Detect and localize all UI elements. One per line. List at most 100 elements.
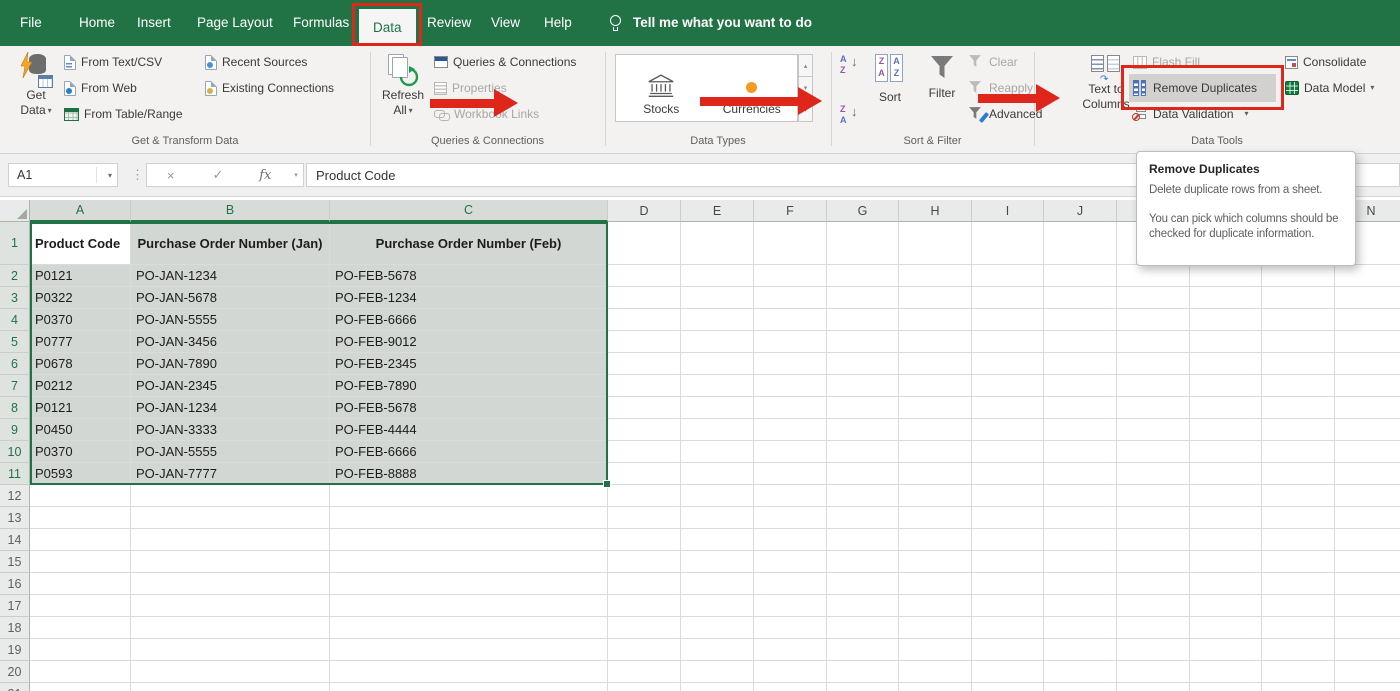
cell-G6[interactable] [827, 353, 899, 375]
cell-C15[interactable] [330, 551, 608, 573]
cell-F13[interactable] [754, 507, 827, 529]
cell-D1[interactable] [608, 222, 681, 265]
cell-C10[interactable]: PO-FEB-6666 [330, 441, 608, 463]
cell-M20[interactable] [1262, 661, 1335, 683]
cell-F3[interactable] [754, 287, 827, 309]
cell-E21[interactable] [681, 683, 754, 691]
cell-H2[interactable] [899, 265, 972, 287]
cell-E3[interactable] [681, 287, 754, 309]
tab-help[interactable]: Help [544, 0, 572, 46]
cell-N3[interactable] [1335, 287, 1400, 309]
cell-A2[interactable]: P0121 [30, 265, 131, 287]
cell-H12[interactable] [899, 485, 972, 507]
cell-I5[interactable] [972, 331, 1044, 353]
existing-connections-button[interactable]: Existing Connections [205, 77, 334, 99]
column-header-I[interactable]: I [972, 200, 1044, 222]
cell-J3[interactable] [1044, 287, 1117, 309]
cell-F14[interactable] [754, 529, 827, 551]
cell-B5[interactable]: PO-JAN-3456 [131, 331, 330, 353]
cell-F12[interactable] [754, 485, 827, 507]
row-header-16[interactable]: 16 [0, 573, 30, 595]
cell-L13[interactable] [1190, 507, 1262, 529]
cell-F21[interactable] [754, 683, 827, 691]
cell-J8[interactable] [1044, 397, 1117, 419]
cell-L17[interactable] [1190, 595, 1262, 617]
cell-J20[interactable] [1044, 661, 1117, 683]
cell-M16[interactable] [1262, 573, 1335, 595]
cell-B15[interactable] [131, 551, 330, 573]
cell-L2[interactable] [1190, 265, 1262, 287]
from-table-range-button[interactable]: From Table/Range [64, 103, 183, 125]
cell-D19[interactable] [608, 639, 681, 661]
cell-B2[interactable]: PO-JAN-1234 [131, 265, 330, 287]
cell-K3[interactable] [1117, 287, 1190, 309]
cell-B7[interactable]: PO-JAN-2345 [131, 375, 330, 397]
column-header-D[interactable]: D [608, 200, 681, 222]
tab-review[interactable]: Review [427, 0, 471, 46]
advanced-filter-button[interactable]: Advanced [968, 103, 1042, 125]
cell-H7[interactable] [899, 375, 972, 397]
cell-D7[interactable] [608, 375, 681, 397]
cell-B20[interactable] [131, 661, 330, 683]
cell-E11[interactable] [681, 463, 754, 485]
cell-H13[interactable] [899, 507, 972, 529]
cell-G9[interactable] [827, 419, 899, 441]
cell-L19[interactable] [1190, 639, 1262, 661]
select-all-button[interactable] [0, 200, 30, 222]
cell-K2[interactable] [1117, 265, 1190, 287]
cell-D15[interactable] [608, 551, 681, 573]
cell-J1[interactable] [1044, 222, 1117, 265]
cell-A11[interactable]: P0593 [30, 463, 131, 485]
cell-I9[interactable] [972, 419, 1044, 441]
cell-M10[interactable] [1262, 441, 1335, 463]
cell-C12[interactable] [330, 485, 608, 507]
cell-L14[interactable] [1190, 529, 1262, 551]
fill-handle[interactable] [603, 480, 611, 488]
cell-I19[interactable] [972, 639, 1044, 661]
cell-A20[interactable] [30, 661, 131, 683]
cell-I11[interactable] [972, 463, 1044, 485]
row-header-11[interactable]: 11 [0, 463, 30, 485]
cell-D2[interactable] [608, 265, 681, 287]
cell-F8[interactable] [754, 397, 827, 419]
cell-C17[interactable] [330, 595, 608, 617]
cell-G11[interactable] [827, 463, 899, 485]
row-header-17[interactable]: 17 [0, 595, 30, 617]
cell-K18[interactable] [1117, 617, 1190, 639]
cell-A10[interactable]: P0370 [30, 441, 131, 463]
cell-N11[interactable] [1335, 463, 1400, 485]
cell-E13[interactable] [681, 507, 754, 529]
cell-J13[interactable] [1044, 507, 1117, 529]
cell-G18[interactable] [827, 617, 899, 639]
cell-F17[interactable] [754, 595, 827, 617]
cell-G16[interactable] [827, 573, 899, 595]
cell-J17[interactable] [1044, 595, 1117, 617]
cell-A9[interactable]: P0450 [30, 419, 131, 441]
cell-F16[interactable] [754, 573, 827, 595]
cell-C13[interactable] [330, 507, 608, 529]
cell-M7[interactable] [1262, 375, 1335, 397]
cell-B9[interactable]: PO-JAN-3333 [131, 419, 330, 441]
cell-C3[interactable]: PO-FEB-1234 [330, 287, 608, 309]
column-header-F[interactable]: F [754, 200, 827, 222]
row-header-2[interactable]: 2 [0, 265, 30, 287]
cell-H19[interactable] [899, 639, 972, 661]
cell-K19[interactable] [1117, 639, 1190, 661]
cell-N20[interactable] [1335, 661, 1400, 683]
gallery-more-button[interactable]: ▾ [798, 100, 813, 122]
cell-I8[interactable] [972, 397, 1044, 419]
cell-K14[interactable] [1117, 529, 1190, 551]
cell-K16[interactable] [1117, 573, 1190, 595]
cell-I16[interactable] [972, 573, 1044, 595]
name-box-dropdown-icon[interactable]: ▾ [108, 171, 112, 180]
tab-data[interactable]: Data [359, 9, 416, 46]
cell-L11[interactable] [1190, 463, 1262, 485]
cell-L16[interactable] [1190, 573, 1262, 595]
refresh-all-button[interactable]: Refresh All▾ [376, 52, 430, 118]
cell-L6[interactable] [1190, 353, 1262, 375]
row-header-12[interactable]: 12 [0, 485, 30, 507]
cell-J2[interactable] [1044, 265, 1117, 287]
cell-B6[interactable]: PO-JAN-7890 [131, 353, 330, 375]
cell-G3[interactable] [827, 287, 899, 309]
cell-B14[interactable] [131, 529, 330, 551]
